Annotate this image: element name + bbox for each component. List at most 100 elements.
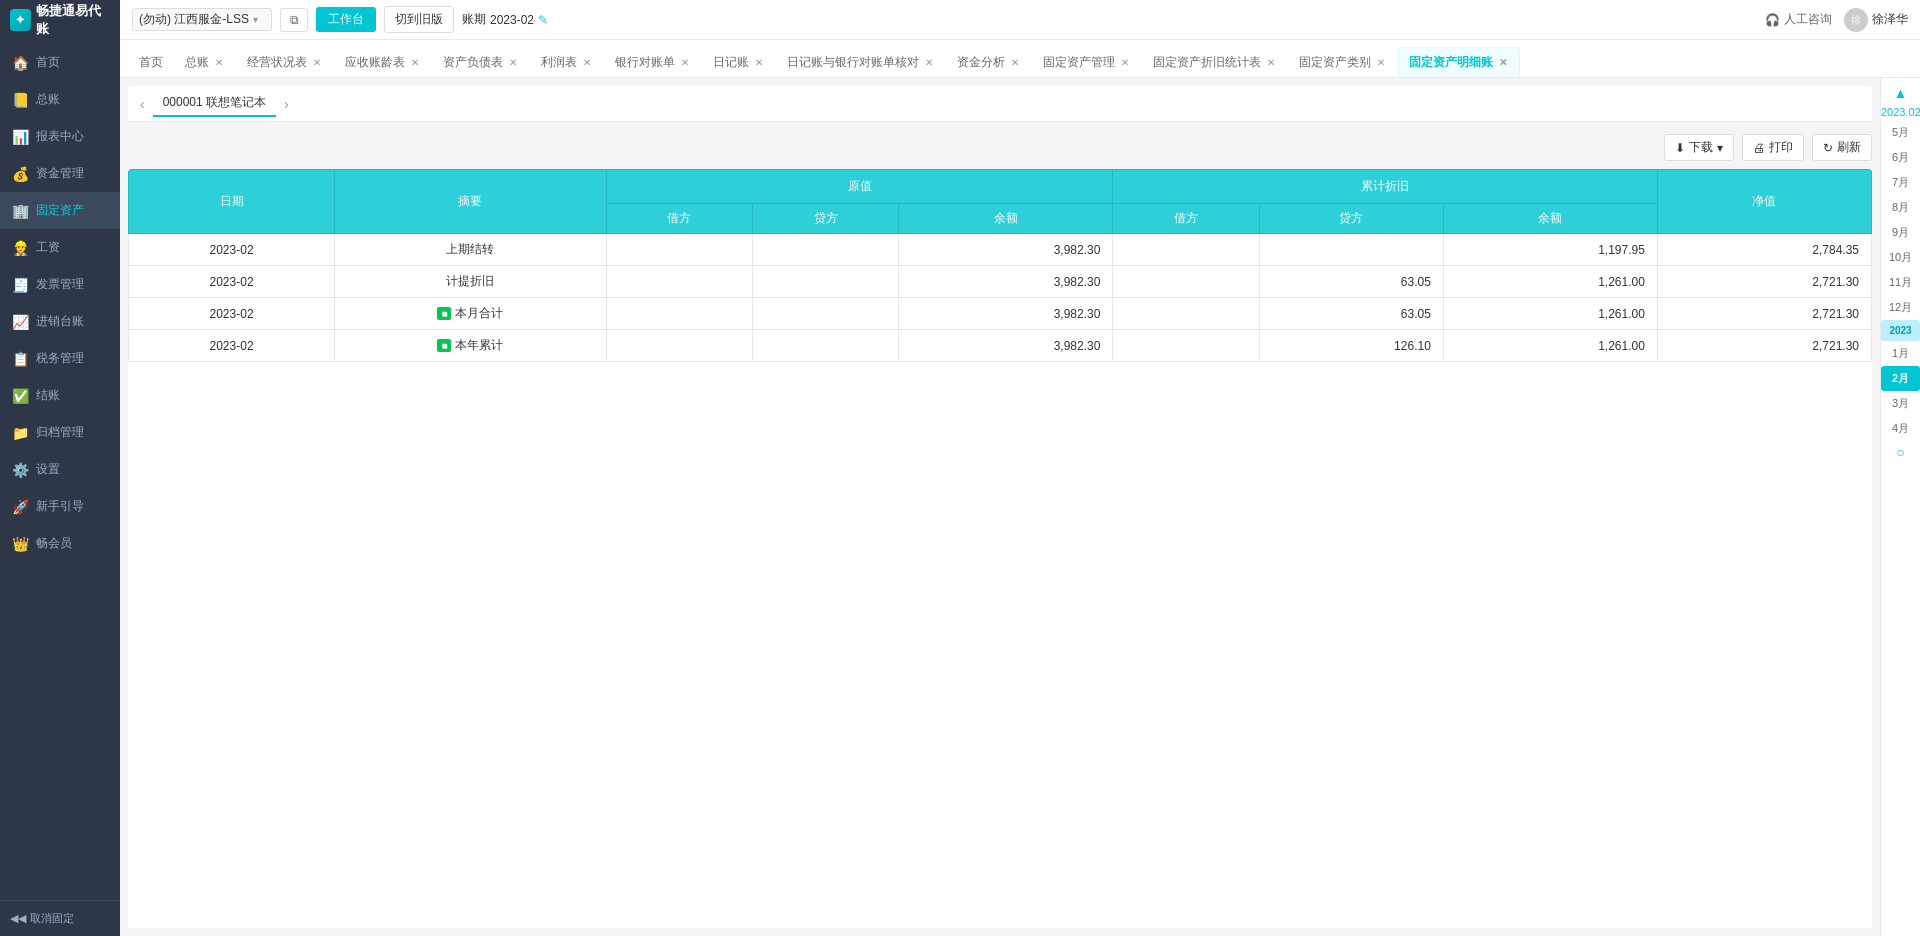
customer-service-button[interactable]: 🎧 人工咨询 bbox=[1765, 11, 1832, 28]
date-month-10[interactable]: 10月 bbox=[1881, 245, 1920, 270]
fixed-icon: 🏢 bbox=[12, 203, 28, 219]
tab-close-bank[interactable]: ✕ bbox=[679, 56, 691, 69]
date-month-4[interactable]: 4月 bbox=[1881, 416, 1920, 441]
sidebar-item-sales[interactable]: 📈进销台账 bbox=[0, 303, 120, 340]
cell-depr-debit bbox=[1113, 330, 1259, 362]
col-accumulated: 累计折旧 bbox=[1113, 170, 1657, 204]
date-month-7[interactable]: 7月 bbox=[1881, 170, 1920, 195]
tab-fixed-detail[interactable]: 固定资产明细账✕ bbox=[1398, 47, 1520, 77]
sidebar-item-funds[interactable]: 💰资金管理 bbox=[0, 155, 120, 192]
ledger-icon: 📒 bbox=[12, 92, 28, 108]
refresh-button[interactable]: ↻ 刷新 bbox=[1812, 134, 1872, 161]
tab-fixed-depr[interactable]: 固定资产折旧统计表✕ bbox=[1142, 47, 1288, 77]
cell-depr-balance: 1,261.00 bbox=[1443, 330, 1657, 362]
tab-balance[interactable]: 资产负债表✕ bbox=[432, 47, 530, 77]
content-area: ‹ 000001 联想笔记本 › ⬇ 下载 ▾ 🖨 打印 ↻ bbox=[120, 78, 1920, 936]
date-scroll-down[interactable]: ○ bbox=[1893, 441, 1907, 463]
switch-old-button[interactable]: 切到旧版 bbox=[384, 6, 454, 33]
date-month-5[interactable]: 5月 bbox=[1881, 120, 1920, 145]
sidebar-item-ledger[interactable]: 📒总账 bbox=[0, 81, 120, 118]
tab-close-fund[interactable]: ✕ bbox=[1009, 56, 1021, 69]
sidebar-item-payroll[interactable]: 👷工资 bbox=[0, 229, 120, 266]
asset-tab-current[interactable]: 000001 联想笔记本 bbox=[153, 90, 276, 117]
tab-close-journal[interactable]: ✕ bbox=[753, 56, 765, 69]
tab-operation[interactable]: 经营状况表✕ bbox=[236, 47, 334, 77]
col-depr-balance: 余额 bbox=[1443, 204, 1657, 234]
period-edit-icon[interactable]: ✎ bbox=[538, 13, 548, 27]
tab-bank[interactable]: 银行对账单✕ bbox=[604, 47, 702, 77]
tab-ledger[interactable]: 总账 ✕ bbox=[174, 47, 236, 77]
workbench-button[interactable]: 工作台 bbox=[316, 7, 376, 32]
tab-close-fixed-type[interactable]: ✕ bbox=[1375, 56, 1387, 69]
sidebar-item-member[interactable]: 👑畅会员 bbox=[0, 525, 120, 562]
sidebar-item-guide[interactable]: 🚀新手引导 bbox=[0, 488, 120, 525]
sidebar-item-settings[interactable]: ⚙️设置 bbox=[0, 451, 120, 488]
tab-close-ledger[interactable]: ✕ bbox=[213, 56, 225, 69]
sidebar-label-tax: 税务管理 bbox=[36, 350, 84, 367]
tab-home[interactable]: 首页 bbox=[128, 47, 174, 77]
tab-profit[interactable]: 利润表 ✕ bbox=[530, 47, 604, 77]
date-month-9[interactable]: 9月 bbox=[1881, 220, 1920, 245]
period-value: 2023-02 bbox=[490, 13, 534, 27]
sidebar-label-guide: 新手引导 bbox=[36, 498, 84, 515]
tab-label-journal-bank: 日记账与银行对账单核对 bbox=[787, 54, 919, 71]
cell-orig-credit bbox=[753, 330, 899, 362]
tab-label-profit: 利润表 bbox=[541, 54, 577, 71]
main-container: (勿动) 江西服金-LSS ▾ ⧉ 工作台 切到旧版 账期 2023-02 ✎ … bbox=[120, 0, 1920, 936]
sidebar-item-home[interactable]: 🏠首页 bbox=[0, 44, 120, 81]
cell-date: 2023-02 bbox=[129, 234, 335, 266]
col-orig-balance: 余额 bbox=[899, 204, 1113, 234]
date-month-11[interactable]: 11月 bbox=[1881, 270, 1920, 295]
date-month-8[interactable]: 8月 bbox=[1881, 195, 1920, 220]
data-table-container: 日期 摘要 原值 累计折旧 净值 借方 贷方 余额 借方 贷方 余额 bbox=[128, 169, 1872, 928]
tab-fixed-type[interactable]: 固定资产类别✕ bbox=[1288, 47, 1398, 77]
sidebar-item-invoice[interactable]: 🧾发票管理 bbox=[0, 266, 120, 303]
main-panel: ‹ 000001 联想笔记本 › ⬇ 下载 ▾ 🖨 打印 ↻ bbox=[120, 78, 1880, 936]
sidebar-label-reports: 报表中心 bbox=[36, 128, 84, 145]
asset-nav-prev[interactable]: ‹ bbox=[136, 94, 149, 114]
date-month-2-current[interactable]: 2月 bbox=[1881, 366, 1920, 391]
tab-close-fixed-detail[interactable]: ✕ bbox=[1497, 56, 1509, 69]
sidebar-item-fixed[interactable]: 🏢固定资产 bbox=[0, 192, 120, 229]
tab-label-ledger: 总账 bbox=[185, 54, 209, 71]
tab-close-fixed-mgmt[interactable]: ✕ bbox=[1119, 56, 1131, 69]
tab-close-journal-bank[interactable]: ✕ bbox=[923, 56, 935, 69]
date-month-1[interactable]: 1月 bbox=[1881, 341, 1920, 366]
sidebar-item-reports[interactable]: 📊报表中心 bbox=[0, 118, 120, 155]
col-depr-debit: 借方 bbox=[1113, 204, 1259, 234]
sidebar-item-settle[interactable]: ✅结账 bbox=[0, 377, 120, 414]
print-button[interactable]: 🖨 打印 bbox=[1742, 134, 1804, 161]
sidebar-item-archive[interactable]: 📁归档管理 bbox=[0, 414, 120, 451]
cell-net-value: 2,721.30 bbox=[1657, 266, 1871, 298]
table-row: 2023-02 ■本月合计 3,982.30 63.05 1,261.00 2,… bbox=[129, 298, 1872, 330]
download-button[interactable]: ⬇ 下载 ▾ bbox=[1664, 134, 1734, 161]
date-year-2023-header: 2023.02 bbox=[1881, 104, 1920, 120]
row-tag: ■ bbox=[437, 339, 451, 352]
tab-close-operation[interactable]: ✕ bbox=[311, 56, 323, 69]
sidebar-cancel-fixed[interactable]: ◀◀ 取消固定 bbox=[10, 911, 110, 926]
tab-close-profit[interactable]: ✕ bbox=[581, 56, 593, 69]
app-logo-text: 畅捷通易代账 bbox=[36, 2, 110, 38]
date-month-3[interactable]: 3月 bbox=[1881, 391, 1920, 416]
tab-close-balance[interactable]: ✕ bbox=[507, 56, 519, 69]
tab-journal[interactable]: 日记账✕ bbox=[702, 47, 776, 77]
cell-net-value: 2,721.30 bbox=[1657, 330, 1871, 362]
sidebar-label-settings: 设置 bbox=[36, 461, 60, 478]
tab-close-receivable[interactable]: ✕ bbox=[409, 56, 421, 69]
tab-journal-bank[interactable]: 日记账与银行对账单核对 ✕ bbox=[776, 47, 946, 77]
tab-close-fixed-depr[interactable]: ✕ bbox=[1265, 56, 1277, 69]
user-info[interactable]: 徐 徐泽华 bbox=[1844, 8, 1908, 32]
print-icon: 🖨 bbox=[1753, 141, 1765, 155]
date-scroll-up[interactable]: ▲ bbox=[1891, 82, 1911, 104]
tab-fixed-mgmt[interactable]: 固定资产管理✕ bbox=[1032, 47, 1142, 77]
sidebar-item-tax[interactable]: 📋税务管理 bbox=[0, 340, 120, 377]
tab-receivable[interactable]: 应收账龄表✕ bbox=[334, 47, 432, 77]
company-selector[interactable]: (勿动) 江西服金-LSS ▾ bbox=[132, 8, 272, 31]
date-month-6[interactable]: 6月 bbox=[1881, 145, 1920, 170]
avatar: 徐 bbox=[1844, 8, 1868, 32]
tab-fund[interactable]: 资金分析✕ bbox=[946, 47, 1032, 77]
copy-button[interactable]: ⧉ bbox=[280, 8, 308, 32]
cell-orig-debit bbox=[606, 234, 752, 266]
asset-nav-next[interactable]: › bbox=[280, 94, 293, 114]
date-month-12[interactable]: 12月 bbox=[1881, 295, 1920, 320]
